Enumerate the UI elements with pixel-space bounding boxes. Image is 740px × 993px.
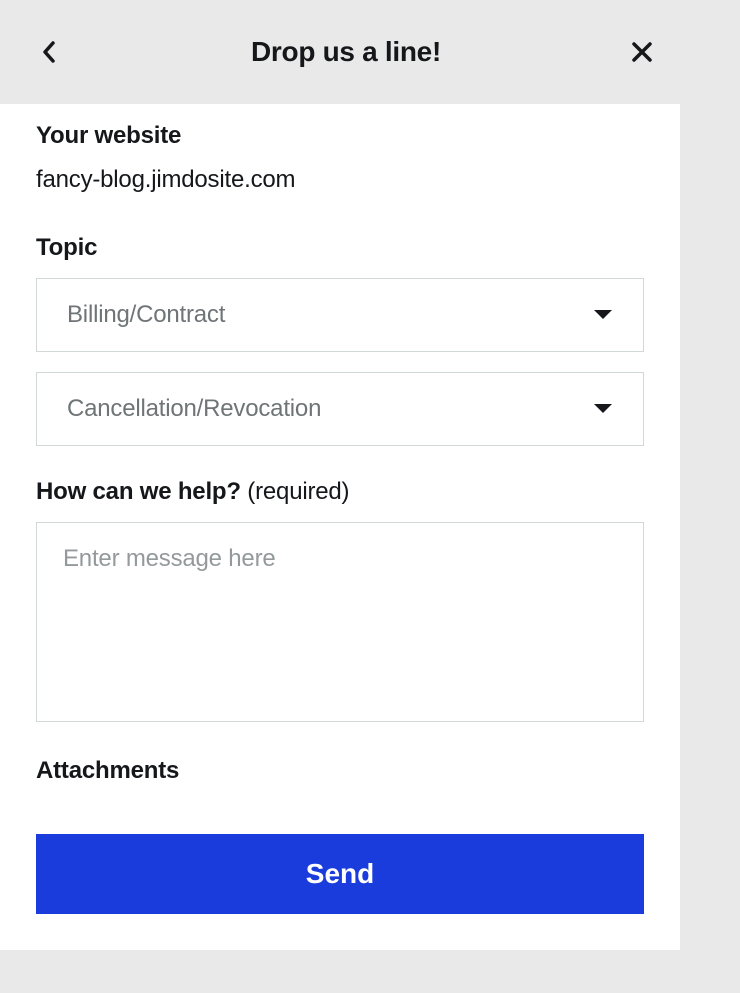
chevron-left-icon [42, 40, 58, 64]
chevron-down-icon [593, 309, 613, 321]
message-group: How can we help? (required) [36, 478, 644, 727]
modal-header: Drop us a line! [0, 0, 692, 104]
topic-select-primary-value: Billing/Contract [67, 301, 225, 329]
chevron-down-icon [593, 403, 613, 415]
topic-group: Billing/Contract Cancellation/Revocation [36, 278, 644, 446]
modal-footer: Send [0, 804, 680, 950]
help-label-text: How can we help? [36, 478, 241, 505]
website-value: fancy-blog.jimdosite.com [36, 166, 644, 194]
attachments-label: Attachments [36, 757, 644, 785]
topic-label: Topic [36, 234, 644, 262]
message-textarea[interactable] [36, 522, 644, 722]
close-icon [631, 41, 653, 63]
form-scroll-area[interactable]: Your website fancy-blog.jimdosite.com To… [0, 104, 680, 804]
close-button[interactable] [620, 30, 664, 74]
back-button[interactable] [28, 30, 72, 74]
website-label: Your website [36, 122, 644, 150]
help-required-suffix: (required) [241, 478, 350, 505]
topic-select-secondary-value: Cancellation/Revocation [67, 395, 321, 423]
topic-select-secondary[interactable]: Cancellation/Revocation [36, 372, 644, 446]
topic-select-primary[interactable]: Billing/Contract [36, 278, 644, 352]
send-button[interactable]: Send [36, 834, 644, 914]
form-content: Your website fancy-blog.jimdosite.com To… [0, 104, 680, 804]
modal-title: Drop us a line! [251, 36, 441, 68]
modal-viewport[interactable]: Drop us a line! Your website fancy-blog.… [0, 0, 740, 993]
contact-modal: Drop us a line! Your website fancy-blog.… [0, 0, 692, 993]
help-label: How can we help? (required) [36, 478, 644, 506]
